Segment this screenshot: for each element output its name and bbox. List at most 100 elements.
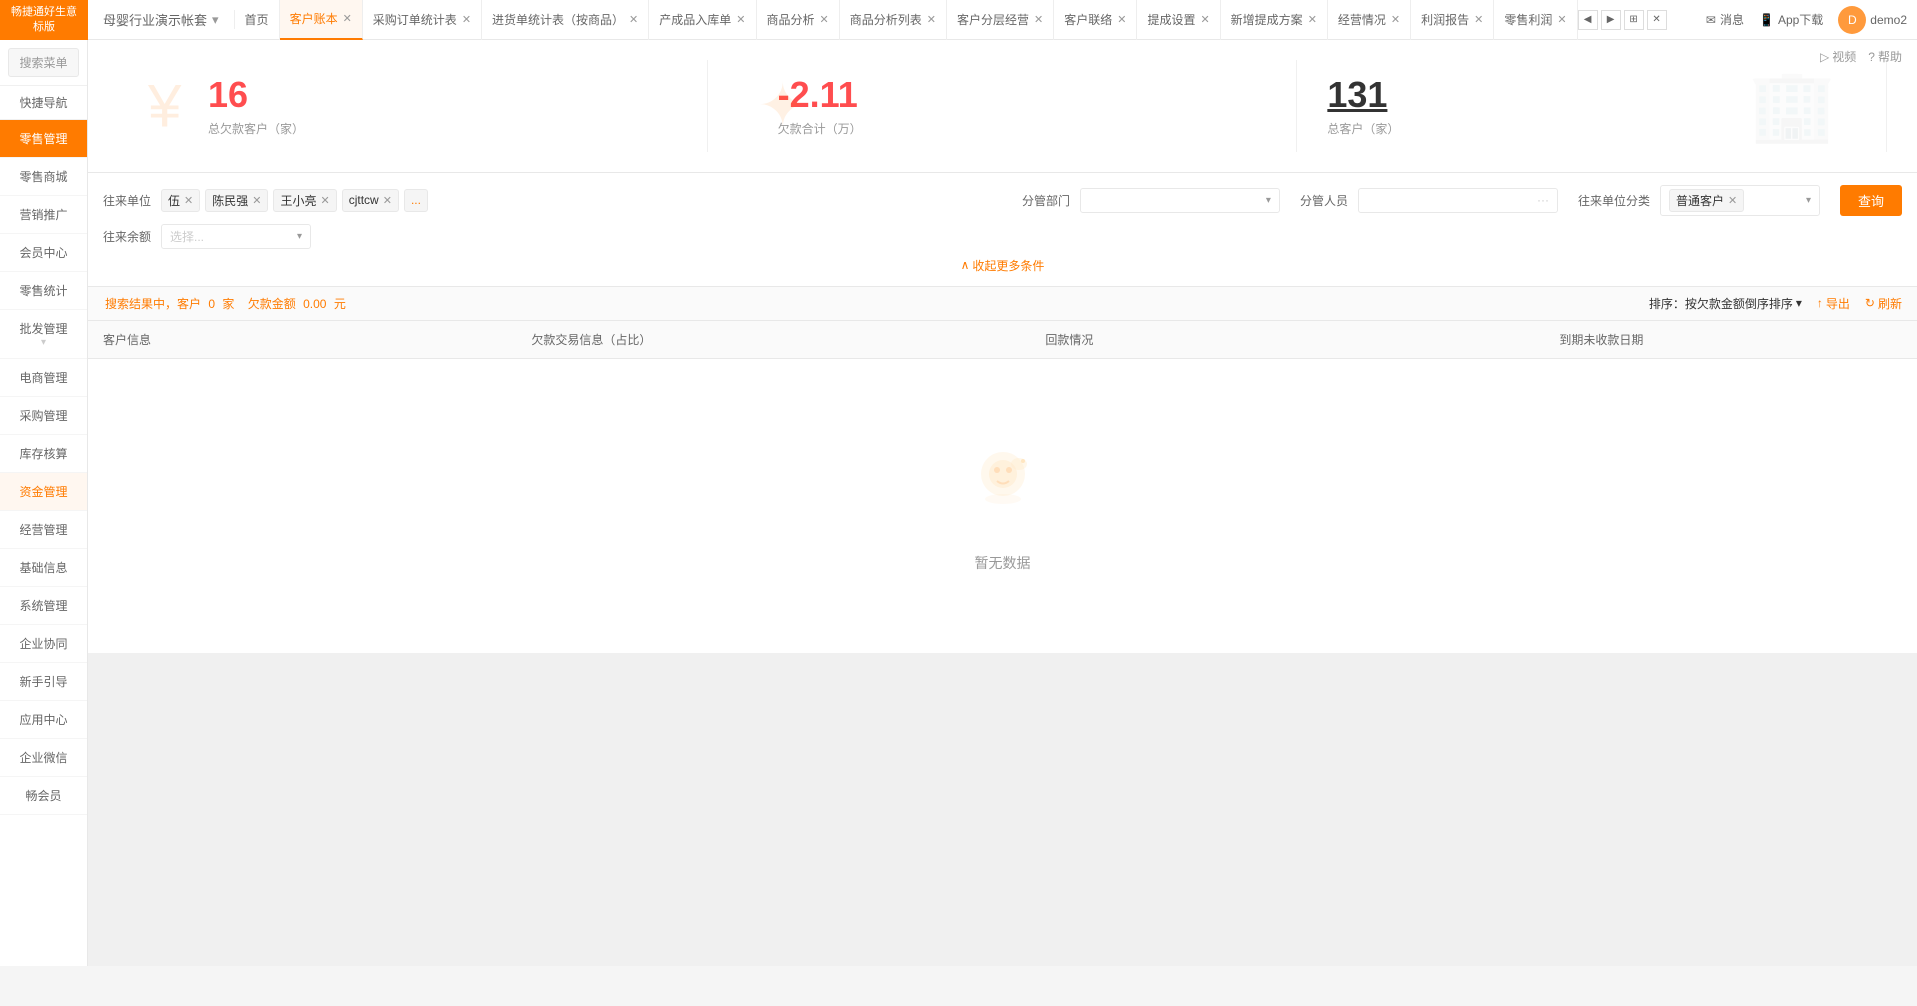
message-icon: ✉	[1706, 13, 1716, 27]
top-right-actions: ✉ 消息 📱 App下载 D demo2	[1706, 6, 1907, 34]
close-icon[interactable]: ✕	[927, 13, 936, 26]
close-icon[interactable]: ✕	[629, 13, 638, 26]
tab-product-analysis-list[interactable]: 商品分析列表✕	[840, 0, 947, 40]
category-label: 往来单位分类	[1578, 192, 1650, 209]
export-icon: ↑	[1817, 296, 1823, 310]
refresh-button[interactable]: ↻ 刷新	[1865, 295, 1902, 312]
sidebar-item-ecommerce[interactable]: 电商管理	[0, 359, 87, 397]
sidebar-item-wechat[interactable]: 企业微信	[0, 739, 87, 777]
category-select[interactable]: 普通客户 ✕ ▾	[1660, 185, 1820, 216]
tag-chenminqiang: 陈民强 ✕	[205, 189, 268, 212]
dept-select[interactable]: ▾	[1080, 188, 1280, 213]
refresh-icon: ↻	[1865, 296, 1875, 310]
search-menu-button[interactable]: 搜索菜单	[8, 48, 79, 77]
balance-select[interactable]: 选择... ▾	[161, 224, 311, 249]
query-button[interactable]: 查询	[1840, 185, 1902, 216]
question-icon: ?	[1868, 50, 1875, 64]
close-icon[interactable]: ✕	[1308, 13, 1317, 26]
chevron-down-icon: ▾	[297, 231, 302, 242]
tag-close-wu[interactable]: ✕	[184, 194, 193, 207]
close-icon[interactable]: ✕	[1117, 13, 1126, 26]
ellipsis-icon: ···	[1537, 193, 1549, 207]
sidebar-item-retail-stats[interactable]: 零售统计	[0, 272, 87, 310]
empty-illustration-icon	[963, 439, 1043, 538]
sidebar-item-finance[interactable]: 资金管理	[0, 473, 87, 511]
tab-product-analysis[interactable]: 商品分析✕	[757, 0, 840, 40]
sidebar-item-app-center[interactable]: 应用中心	[0, 701, 87, 739]
sidebar-item-retail-management[interactable]: 零售管理	[0, 120, 87, 158]
sidebar-item-marketing[interactable]: 营销推广	[0, 196, 87, 234]
collapse-filter-button[interactable]: ∧ 收起更多条件	[103, 257, 1902, 274]
tab-retail-profit[interactable]: 零售利润✕	[1494, 0, 1577, 40]
app-download-button[interactable]: 📱 App下载	[1759, 11, 1823, 28]
tab-customer-contact[interactable]: 客户联络✕	[1054, 0, 1137, 40]
person-select[interactable]: ···	[1358, 188, 1558, 213]
sidebar-item-enterprise[interactable]: 企业协同	[0, 625, 87, 663]
chevron-down-icon: ▾	[1796, 296, 1802, 310]
sidebar-item-purchase[interactable]: 采购管理	[0, 397, 87, 435]
chevron-up-icon: ∧	[961, 258, 970, 272]
message-button[interactable]: ✉ 消息	[1706, 11, 1744, 28]
close-icon[interactable]: ✕	[1200, 13, 1209, 26]
page-content: ¥ 16 总欠款客户（家） ✦ -2.11 欠款合计（万） 🏢 131	[88, 40, 1917, 653]
close-icon[interactable]: ✕	[1474, 13, 1483, 26]
tag-close-cjttcw[interactable]: ✕	[383, 194, 392, 207]
close-icon[interactable]: ✕	[736, 13, 745, 26]
tag-more[interactable]: ...	[404, 189, 428, 212]
chevron-down-icon: ▾	[1266, 195, 1271, 206]
tab-home[interactable]: 首页	[235, 0, 280, 40]
dept-label: 分管部门	[1022, 192, 1070, 209]
sidebar-item-system[interactable]: 系统管理	[0, 587, 87, 625]
sidebar-item-wholesale[interactable]: 批发管理 ▾	[0, 310, 87, 359]
sidebar-item-retail-mall[interactable]: 零售商城	[0, 158, 87, 196]
tab-customer-layered[interactable]: 客户分层经营✕	[947, 0, 1054, 40]
tag-normal-customer: 普通客户 ✕	[1669, 189, 1744, 212]
close-icon[interactable]: ✕	[462, 13, 471, 26]
phone-icon: 📱	[1759, 13, 1774, 27]
close-icon[interactable]: ✕	[343, 12, 352, 25]
debt-deco-icon: ✦	[758, 71, 808, 141]
close-icon[interactable]: ✕	[1391, 13, 1400, 26]
help-button[interactable]: ? 帮助	[1868, 48, 1902, 65]
filter-row-2: 往来余额 选择... ▾	[103, 224, 1902, 249]
video-help-button[interactable]: ▷ 视频	[1820, 48, 1856, 65]
tab-business-overview[interactable]: 经营情况✕	[1328, 0, 1411, 40]
tab-next-button[interactable]: ▶	[1601, 10, 1621, 30]
sidebar-item-newbie[interactable]: 新手引导	[0, 663, 87, 701]
unit-label: 往来单位	[103, 192, 151, 209]
filter-section: 往来单位 伍 ✕ 陈民强 ✕ 王小亮 ✕ cjttcw	[88, 173, 1917, 287]
sidebar-item-inventory[interactable]: 库存核算	[0, 435, 87, 473]
tab-commission-settings[interactable]: 提成设置✕	[1137, 0, 1220, 40]
close-icon[interactable]: ✕	[820, 13, 829, 26]
customer-deco-icon: ¥	[148, 71, 181, 140]
account-dropdown[interactable]: 母婴行业演示帐套 ▾	[88, 10, 235, 29]
close-icon[interactable]: ✕	[1034, 13, 1043, 26]
user-menu[interactable]: D demo2	[1838, 6, 1907, 34]
tag-cjttcw: cjttcw ✕	[342, 189, 399, 212]
tab-product-storage[interactable]: 产成品入库单✕	[649, 0, 756, 40]
stat-debt-customers: ¥ 16 总欠款客户（家）	[118, 60, 708, 152]
chevron-right-icon: ▾	[5, 337, 82, 348]
data-table: 客户信息 欠款交易信息（占比） 回款情况 到期未收款日期	[88, 321, 1917, 653]
tag-close-chenminqiang[interactable]: ✕	[252, 194, 261, 207]
sidebar-item-chang-member[interactable]: 畅会员	[0, 777, 87, 815]
debt-total-value: -2.11	[778, 75, 1267, 115]
tab-new-commission[interactable]: 新增提成方案✕	[1221, 0, 1328, 40]
tab-profit-report[interactable]: 利润报告✕	[1411, 0, 1494, 40]
sidebar-item-members[interactable]: 会员中心	[0, 234, 87, 272]
tab-customer-ledger[interactable]: 客户账本✕	[280, 0, 363, 40]
chevron-down-icon: ▾	[212, 12, 219, 28]
tab-prev-button[interactable]: ◀	[1578, 10, 1598, 30]
tab-close-all-button[interactable]: ✕	[1647, 10, 1667, 30]
sidebar-item-basics[interactable]: 基础信息	[0, 549, 87, 587]
sort-dropdown[interactable]: 排序： 按欠款金额倒序排序 ▾	[1649, 295, 1802, 312]
quick-nav-button[interactable]: 快捷导航	[0, 86, 87, 120]
export-button[interactable]: ↑ 导出	[1817, 295, 1850, 312]
tab-expand-button[interactable]: ⊞	[1624, 10, 1644, 30]
tag-close-wangxiaoliang[interactable]: ✕	[321, 194, 330, 207]
tab-purchase-stats-by-product[interactable]: 进货单统计表（按商品）✕	[482, 0, 649, 40]
tab-purchase-order-stats[interactable]: 采购订单统计表✕	[363, 0, 482, 40]
sidebar-item-operations[interactable]: 经营管理	[0, 511, 87, 549]
close-icon[interactable]: ✕	[1557, 13, 1566, 26]
tag-close-normal-customer[interactable]: ✕	[1728, 194, 1737, 207]
